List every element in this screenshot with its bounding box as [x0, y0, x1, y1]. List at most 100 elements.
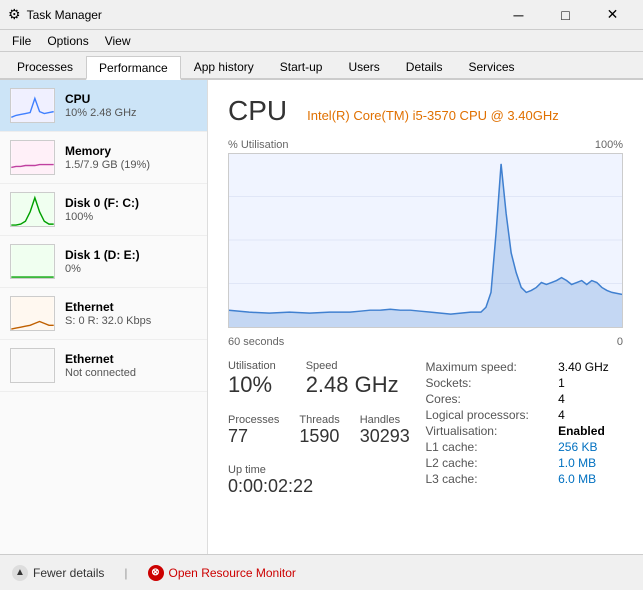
tab-performance[interactable]: Performance — [86, 56, 181, 80]
monitor-icon: ⊗ — [148, 565, 164, 581]
logical-val: 4 — [558, 408, 623, 422]
detail-header: CPU Intel(R) Core(TM) i5-3570 CPU @ 3.40… — [228, 95, 623, 127]
uptime-label: Up time — [228, 464, 426, 476]
minimize-button[interactable]: ─ — [496, 0, 541, 30]
tab-startup[interactable]: Start-up — [267, 54, 336, 78]
disk0-sidebar-text: Disk 0 (F: C:) 100% — [65, 196, 197, 223]
fewer-details-icon: ▲ — [12, 565, 28, 581]
chart-time-label: 60 seconds — [228, 336, 284, 348]
ethernet1-sub: S: 0 R: 32.0 Kbps — [65, 315, 197, 327]
sidebar: CPU 10% 2.48 GHz Memory 1.5/7.9 GB (19%) — [0, 80, 208, 554]
ethernet1-sidebar-text: Ethernet S: 0 R: 32.0 Kbps — [65, 300, 197, 327]
cpu-chart — [228, 153, 623, 328]
sidebar-item-memory[interactable]: Memory 1.5/7.9 GB (19%) — [0, 132, 207, 184]
threads-label: Threads — [299, 414, 339, 426]
virt-key: Virtualisation: — [426, 424, 544, 438]
uptime-stat: Up time 0:00:02:22 — [228, 464, 426, 498]
menu-bar: File Options View — [0, 30, 643, 52]
threads-stat: Threads 1590 — [299, 414, 339, 448]
sidebar-item-disk0[interactable]: Disk 0 (F: C:) 100% — [0, 184, 207, 236]
chart-y-label: % Utilisation — [228, 139, 289, 151]
utilisation-stat: Utilisation 10% — [228, 360, 276, 398]
chart-label-top: % Utilisation 100% — [228, 139, 623, 151]
max-speed-key: Maximum speed: — [426, 360, 544, 374]
disk0-sub: 100% — [65, 211, 197, 223]
sidebar-item-ethernet2[interactable]: Ethernet Not connected — [0, 340, 207, 392]
uptime-value: 0:00:02:22 — [228, 476, 426, 498]
l2-val: 1.0 MB — [558, 456, 623, 470]
sidebar-item-disk1[interactable]: Disk 1 (D: E:) 0% — [0, 236, 207, 288]
bottom-bar: ▲ Fewer details | ⊗ Open Resource Monito… — [0, 554, 643, 590]
ethernet2-mini-chart — [10, 348, 55, 383]
l3-key: L3 cache: — [426, 472, 544, 486]
ethernet2-sidebar-text: Ethernet Not connected — [65, 352, 197, 379]
cpu-sidebar-text: CPU 10% 2.48 GHz — [65, 92, 197, 119]
main-content: CPU 10% 2.48 GHz Memory 1.5/7.9 GB (19%) — [0, 80, 643, 554]
menu-view[interactable]: View — [97, 32, 139, 50]
util-value: 10% — [228, 372, 276, 398]
tab-users[interactable]: Users — [335, 54, 392, 78]
l1-val: 256 KB — [558, 440, 623, 454]
processes-stat: Processes 77 — [228, 414, 279, 448]
handles-value: 30293 — [360, 426, 410, 448]
specs-grid: Maximum speed: 3.40 GHz Sockets: 1 Cores… — [426, 360, 624, 486]
close-button[interactable]: ✕ — [590, 0, 635, 30]
disk1-sub: 0% — [65, 263, 197, 275]
title-bar-left: ⚙ Task Manager — [8, 6, 102, 23]
cpu-label: CPU — [65, 92, 197, 106]
title-bar: ⚙ Task Manager ─ □ ✕ — [0, 0, 643, 30]
menu-file[interactable]: File — [4, 32, 39, 50]
memory-sidebar-text: Memory 1.5/7.9 GB (19%) — [65, 144, 197, 171]
sidebar-item-ethernet1[interactable]: Ethernet S: 0 R: 32.0 Kbps — [0, 288, 207, 340]
util-label: Utilisation — [228, 360, 276, 372]
detail-subtitle: Intel(R) Core(TM) i5-3570 CPU @ 3.40GHz — [307, 108, 559, 123]
stats-grid: Utilisation 10% Speed 2.48 GHz Processes… — [228, 360, 623, 506]
separator: | — [124, 566, 127, 580]
virt-val: Enabled — [558, 424, 623, 438]
sockets-val: 1 — [558, 376, 623, 390]
disk1-sidebar-text: Disk 1 (D: E:) 0% — [65, 248, 197, 275]
l3-val: 6.0 MB — [558, 472, 623, 486]
cores-val: 4 — [558, 392, 623, 406]
stats-right: Maximum speed: 3.40 GHz Sockets: 1 Cores… — [426, 360, 624, 506]
ethernet1-mini-chart — [10, 296, 55, 331]
open-monitor-label: Open Resource Monitor — [169, 566, 296, 580]
max-speed-val: 3.40 GHz — [558, 360, 623, 374]
tab-bar: Processes Performance App history Start-… — [0, 52, 643, 80]
chart-label-bottom: 60 seconds 0 — [228, 336, 623, 348]
detail-title: CPU — [228, 95, 287, 127]
disk0-mini-chart — [10, 192, 55, 227]
stats-left: Utilisation 10% Speed 2.48 GHz Processes… — [228, 360, 426, 506]
cores-key: Cores: — [426, 392, 544, 406]
tab-processes[interactable]: Processes — [4, 54, 86, 78]
speed-value: 2.48 GHz — [306, 372, 399, 398]
disk1-mini-chart — [10, 244, 55, 279]
handles-stat: Handles 30293 — [360, 414, 410, 448]
cpu-mini-chart — [10, 88, 55, 123]
chart-time-right: 0 — [617, 336, 623, 348]
maximize-button[interactable]: □ — [543, 0, 588, 30]
open-monitor-link[interactable]: ⊗ Open Resource Monitor — [148, 565, 296, 581]
sidebar-item-cpu[interactable]: CPU 10% 2.48 GHz — [0, 80, 207, 132]
procs-label: Processes — [228, 414, 279, 426]
memory-sub: 1.5/7.9 GB (19%) — [65, 159, 197, 171]
procs-value: 77 — [228, 426, 279, 448]
tab-services[interactable]: Services — [455, 54, 527, 78]
chart-max-label: 100% — [595, 139, 623, 151]
threads-value: 1590 — [299, 426, 339, 448]
l2-key: L2 cache: — [426, 456, 544, 470]
ethernet2-label: Ethernet — [65, 352, 197, 366]
ethernet2-sub: Not connected — [65, 367, 197, 379]
tab-app-history[interactable]: App history — [181, 54, 267, 78]
window-controls: ─ □ ✕ — [496, 0, 635, 30]
app-title: Task Manager — [27, 8, 102, 22]
app-icon: ⚙ — [8, 6, 21, 23]
logical-key: Logical processors: — [426, 408, 544, 422]
detail-panel: CPU Intel(R) Core(TM) i5-3570 CPU @ 3.40… — [208, 80, 643, 554]
tab-details[interactable]: Details — [393, 54, 456, 78]
disk0-label: Disk 0 (F: C:) — [65, 196, 197, 210]
menu-options[interactable]: Options — [39, 32, 96, 50]
fewer-details-link[interactable]: ▲ Fewer details — [12, 565, 104, 581]
disk1-label: Disk 1 (D: E:) — [65, 248, 197, 262]
memory-mini-chart — [10, 140, 55, 175]
